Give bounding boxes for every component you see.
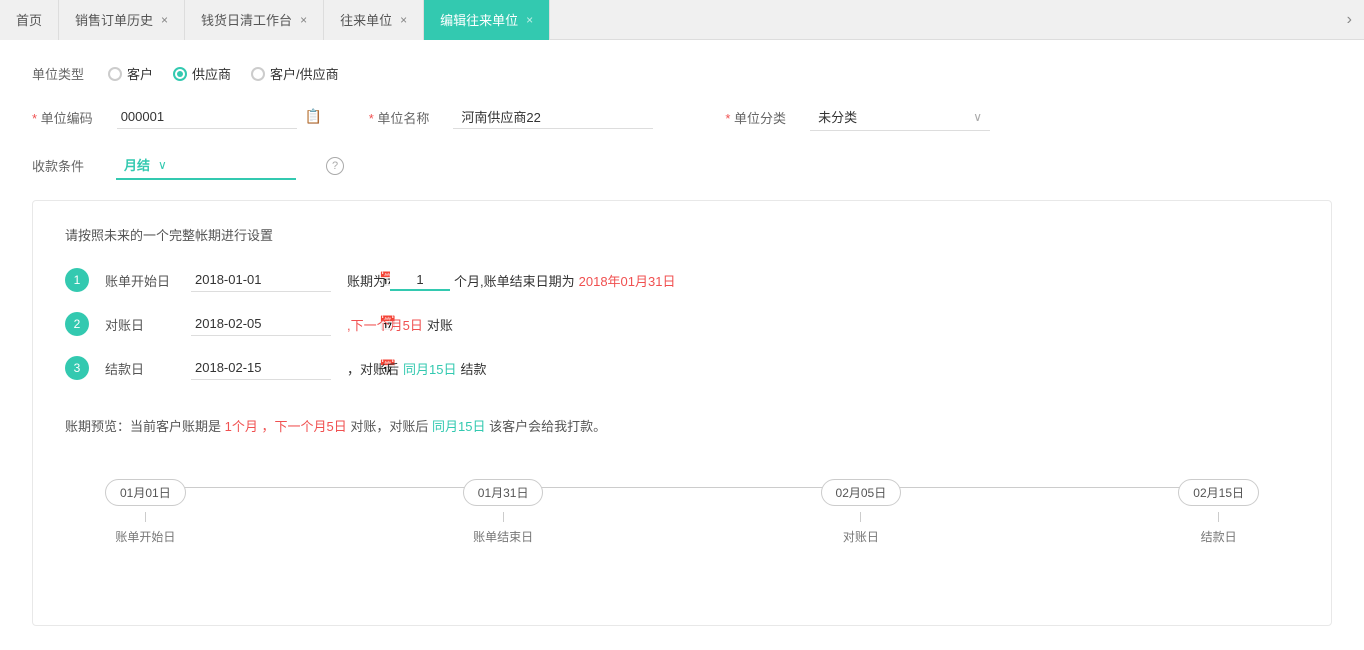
step-desc-2: ,下一个月5日 对账	[347, 315, 453, 334]
timeline-pill-1: 01月01日	[105, 479, 186, 506]
step-desc-prefix-3: ，对账后	[347, 359, 399, 378]
tab-home[interactable]: 首页	[0, 0, 59, 40]
timeline-tick-2	[503, 512, 504, 522]
payment-row: 收款条件 月结 ∨ ?	[32, 151, 1332, 180]
month-input[interactable]	[390, 270, 450, 291]
timeline-nodes: 01月01日 账单开始日 01月31日 账单结束日 02月05日 对账	[105, 479, 1259, 545]
step-desc-1: 账期为 个月,账单结束日期为 2018年01月31日	[347, 270, 675, 291]
step-num-3: 3	[65, 356, 89, 380]
preview-section: 账期预览：当前客户账期是 1个月 ，下一个月5日 对账，对账后 同月15日 该客…	[65, 400, 1299, 601]
tab-partner-label: 往来单位	[340, 10, 392, 29]
step-desc-3: ，对账后 同月15日 结款	[347, 359, 487, 378]
step-date-1[interactable]: 📅	[191, 268, 331, 292]
radio-both[interactable]: 客户/供应商	[251, 64, 339, 83]
preview-part4: 同月15日	[432, 419, 485, 434]
unit-code-field[interactable]: 📋	[117, 105, 297, 129]
preview-text: 账期预览：当前客户账期是 1个月 ，下一个月5日 对账，对账后 同月15日 该客…	[65, 416, 1299, 435]
unit-code-icon[interactable]: 📋	[301, 108, 326, 125]
timeline-node-4: 02月15日 结款日	[1178, 479, 1259, 545]
unit-code-label: 单位编码	[32, 108, 93, 127]
radio-supplier-label: 供应商	[192, 64, 231, 83]
step-desc-middle-2: ,下一个月5日	[347, 315, 423, 334]
tab-partner[interactable]: 往来单位 ×	[324, 0, 424, 40]
step-label-2: 对账日	[105, 315, 175, 334]
step-desc-prefix-1: 账期为	[347, 271, 386, 290]
radio-customer[interactable]: 客户	[108, 64, 153, 83]
tab-partner-close[interactable]: ×	[400, 13, 407, 27]
payment-label: 收款条件	[32, 156, 84, 175]
preview-part3: 对账，对账后	[350, 419, 428, 434]
tab-cash-work-label: 钱货日清工作台	[201, 10, 292, 29]
tab-sales-history[interactable]: 销售订单历史 ×	[59, 0, 185, 40]
tab-home-label: 首页	[16, 10, 42, 29]
step-label-1: 账单开始日	[105, 271, 175, 290]
unit-type-label: 单位类型	[32, 64, 84, 83]
preview-part2: ，下一个月5日	[262, 419, 347, 434]
preview-part1: 1个月	[225, 419, 258, 434]
timeline-tick-1	[145, 512, 146, 522]
timeline-label-4: 结款日	[1201, 528, 1237, 545]
step-row-2: 2 对账日 📅 ,下一个月5日 对账	[65, 312, 1299, 336]
timeline-tick-3	[860, 512, 861, 522]
tab-sales-history-close[interactable]: ×	[161, 13, 168, 27]
payment-value: 月结	[124, 155, 150, 174]
timeline-tick-4	[1218, 512, 1219, 522]
unit-name-label: 单位名称	[369, 108, 430, 127]
step-desc-highlight-3: 同月15日	[403, 359, 456, 378]
card-title: 请按照未来的一个完整帐期进行设置	[65, 225, 1299, 244]
main-content: 单位类型 客户 供应商 客户/供应商 单位编码 📋 单位名称 单位分类	[0, 40, 1364, 650]
step-date-3[interactable]: 📅	[191, 356, 331, 380]
step-row-1: 1 账单开始日 📅 账期为 个月,账单结束日期为 2018年01月31日	[65, 268, 1299, 292]
radio-customer-label: 客户	[127, 64, 153, 83]
step-date-2[interactable]: 📅	[191, 312, 331, 336]
timeline-pill-2: 01月31日	[463, 479, 544, 506]
unit-type-row: 单位类型 客户 供应商 客户/供应商	[32, 64, 1332, 83]
step-row-3: 3 结款日 📅 ，对账后 同月15日 结款	[65, 356, 1299, 380]
step-desc-suffix-2: 对账	[427, 315, 453, 334]
payment-select[interactable]: 月结 ∨	[116, 151, 296, 180]
step-desc-suffix-1: 个月,账单结束日期为	[454, 271, 575, 290]
timeline-pill-4: 02月15日	[1178, 479, 1259, 506]
step-end-date: 2018年01月31日	[579, 271, 676, 290]
timeline-node-3: 02月05日 对账日	[821, 479, 902, 545]
timeline-node-1: 01月01日 账单开始日	[105, 479, 186, 545]
tab-edit-partner-close[interactable]: ×	[526, 13, 533, 27]
unit-name-input[interactable]	[453, 105, 653, 129]
radio-both-circle	[251, 67, 265, 81]
unit-category-label: 单位分类	[725, 108, 786, 127]
step-desc-suffix-3: 结款	[460, 359, 486, 378]
unit-category-select[interactable]: 未分类 ∨	[810, 103, 990, 131]
step-num-1: 1	[65, 268, 89, 292]
radio-both-label: 客户/供应商	[270, 64, 339, 83]
tab-expand-button[interactable]: ›	[1335, 0, 1364, 40]
radio-customer-circle	[108, 67, 122, 81]
tab-sales-history-label: 销售订单历史	[75, 10, 153, 29]
tab-cash-work-close[interactable]: ×	[300, 13, 307, 27]
step-num-2: 2	[65, 312, 89, 336]
timeline-label-3: 对账日	[843, 528, 879, 545]
unit-info-row: 单位编码 📋 单位名称 单位分类 未分类 ∨	[32, 103, 1332, 131]
timeline-pill-3: 02月05日	[821, 479, 902, 506]
radio-supplier-circle	[173, 67, 187, 81]
timeline: 01月01日 账单开始日 01月31日 账单结束日 02月05日 对账	[65, 459, 1299, 585]
timeline-label-1: 账单开始日	[115, 528, 175, 545]
timeline-label-2: 账单结束日	[473, 528, 533, 545]
step-label-3: 结款日	[105, 359, 175, 378]
billing-card: 请按照未来的一个完整帐期进行设置 1 账单开始日 📅 账期为 个月,账单结束日期…	[32, 200, 1332, 626]
preview-part5: 该客户会给我打款。	[489, 419, 606, 434]
tab-bar: 首页 销售订单历史 × 钱货日清工作台 × 往来单位 × 编辑往来单位 × ›	[0, 0, 1364, 40]
radio-group: 客户 供应商 客户/供应商	[108, 64, 339, 83]
payment-arrow: ∨	[158, 158, 167, 172]
unit-category-value: 未分类	[818, 107, 973, 126]
tab-cash-work[interactable]: 钱货日清工作台 ×	[185, 0, 324, 40]
help-icon[interactable]: ?	[326, 157, 344, 175]
unit-code-input[interactable]	[117, 105, 301, 128]
radio-supplier[interactable]: 供应商	[173, 64, 231, 83]
timeline-node-2: 01月31日 账单结束日	[463, 479, 544, 545]
preview-label: 账期预览：当前客户账期是	[65, 419, 221, 434]
tab-edit-partner-label: 编辑往来单位	[440, 10, 518, 29]
unit-category-arrow: ∨	[973, 110, 982, 124]
tab-edit-partner[interactable]: 编辑往来单位 ×	[424, 0, 550, 40]
